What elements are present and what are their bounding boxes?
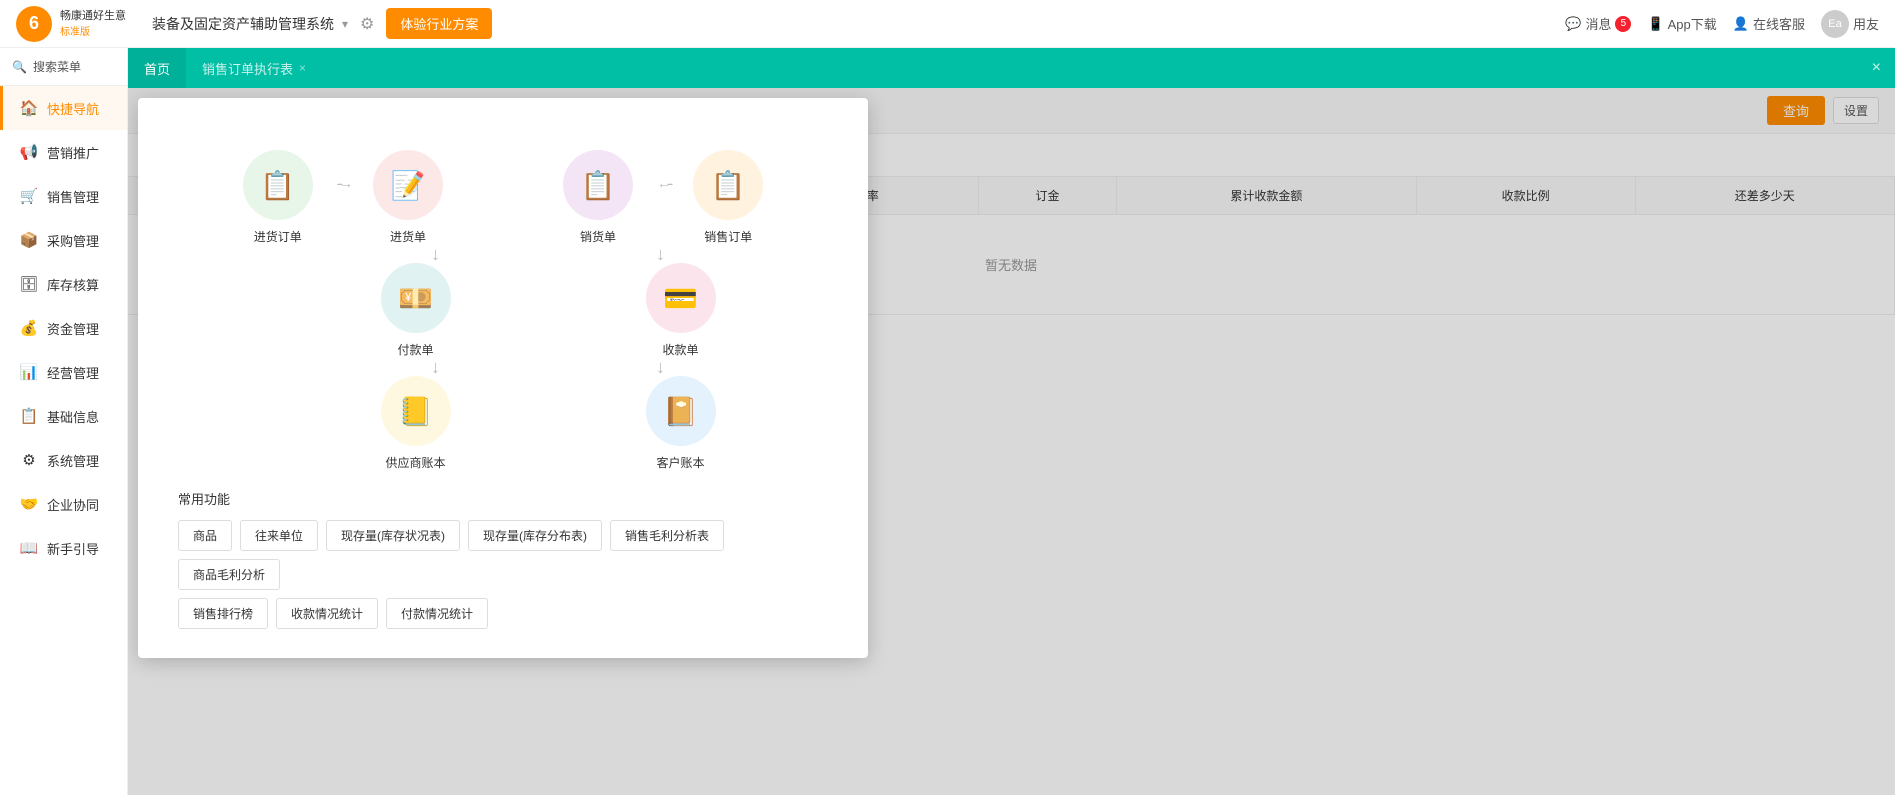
tab-sales-exec[interactable]: 销售订单执行表 ×	[186, 48, 322, 88]
sidebar: 🔍 搜索菜单 🏠 快捷导航 📢 营销推广 🛒 销售管理 📦	[0, 48, 128, 795]
func-btn-product[interactable]: 商品	[178, 520, 232, 551]
sidebar-item-enterprise[interactable]: 🤝 企业协同	[0, 482, 127, 526]
inventory-icon: 🗄	[19, 274, 39, 294]
search-bar[interactable]: 🔍 搜索菜单	[0, 48, 127, 86]
flow-node-sales-bill[interactable]: 📋 销货单	[563, 150, 633, 245]
online-service-button[interactable]: 👤 在线客服	[1733, 14, 1805, 33]
tab-bar: 首页 销售订单执行表 × ×	[128, 48, 1895, 88]
arrow-h-2: ← - - - -	[657, 175, 669, 191]
flow-node-receipt[interactable]: 💳 收款单	[646, 263, 716, 358]
flow-diagram: 📋 进货订单 - - - - →	[178, 130, 828, 481]
func-btn-payment-stats[interactable]: 付款情况统计	[386, 598, 488, 629]
basic-info-icon: 📋	[19, 406, 39, 426]
flow-node-sales-order[interactable]: 📋 销售订单	[693, 150, 763, 245]
sales-bill-icon: 📋	[563, 150, 633, 220]
modal-overlay: 📋 进货订单 - - - - →	[128, 88, 1895, 795]
tab-close-icon[interactable]: ×	[299, 61, 306, 75]
enterprise-icon: 🤝	[19, 494, 39, 514]
sidebar-item-operation[interactable]: 📊 经营管理	[0, 350, 127, 394]
purchase-bill-icon: 📝	[373, 150, 443, 220]
system-icon: ⚙	[19, 450, 39, 470]
sidebar-item-quick-nav[interactable]: 🏠 快捷导航	[0, 86, 127, 130]
sidebar-item-purchase[interactable]: 📦 采购管理	[0, 218, 127, 262]
tab-home[interactable]: 首页	[128, 48, 186, 88]
purchase-order-icon: 📋	[243, 150, 313, 220]
system-title: 装备及固定资产辅助管理系统 ▾ ⚙	[152, 14, 374, 34]
common-functions: 常用功能 商品 往来单位 现存量(库存状况表) 现存量(库存分布表) 销售毛利分…	[178, 481, 828, 653]
app-icon: 📱	[1647, 16, 1663, 32]
sidebar-item-marketing[interactable]: 📢 营销推广	[0, 130, 127, 174]
operation-icon: 📊	[19, 362, 39, 382]
avatar: Ea	[1821, 10, 1849, 38]
func-btn-product-gross[interactable]: 商品毛利分析	[178, 559, 280, 590]
close-all-tabs[interactable]: ×	[1858, 48, 1895, 88]
sidebar-item-inventory[interactable]: 🗄 库存核算	[0, 262, 127, 306]
message-icon: 💬	[1565, 16, 1581, 32]
flow-node-supplier-ledger[interactable]: 📒 供应商账本	[381, 376, 451, 471]
logo-area: 6 畅康通好生意 标准版	[16, 6, 144, 42]
content-main: ❓ 帮助 🖨 按模板打印 ▾ ⬆ 导出 ↻ 刷新	[128, 88, 1895, 795]
sidebar-item-sales[interactable]: 🛒 销售管理	[0, 174, 127, 218]
func-btn-sales-gross[interactable]: 销售毛利分析表	[610, 520, 724, 551]
logo-text: 畅康通好生意 标准版	[60, 9, 126, 38]
flow-node-customer-ledger[interactable]: 📔 客户账本	[646, 376, 716, 471]
system-name: 装备及固定资产辅助管理系统	[152, 14, 334, 34]
common-functions-title: 常用功能	[178, 489, 828, 508]
purchase-icon: 📦	[19, 230, 39, 250]
top-right-area: 💬 消息 5 📱 App下载 👤 在线客服 Ea 用友	[1565, 10, 1879, 38]
customer-ledger-icon: 📔	[646, 376, 716, 446]
modal-box: 📋 进货订单 - - - - →	[138, 98, 868, 658]
func-btn-receipt-stats[interactable]: 收款情况统计	[276, 598, 378, 629]
logo-icon: 6	[16, 6, 52, 42]
flow-node-purchase-order[interactable]: 📋 进货订单	[243, 150, 313, 245]
func-btn-partner[interactable]: 往来单位	[240, 520, 318, 551]
finance-icon: 💰	[19, 318, 39, 338]
message-badge: 5	[1615, 16, 1631, 32]
sidebar-item-basic-info[interactable]: 📋 基础信息	[0, 394, 127, 438]
avatar-text: Ea	[1828, 18, 1841, 30]
app-download-button[interactable]: 📱 App下载	[1647, 14, 1716, 33]
supplier-ledger-icon: 📒	[381, 376, 451, 446]
flow-node-payment[interactable]: 💴 付款单	[381, 263, 451, 358]
search-icon: 🔍	[12, 60, 27, 74]
sidebar-item-finance[interactable]: 💰 资金管理	[0, 306, 127, 350]
content-area: 首页 销售订单执行表 × × ❓ 帮助 🖨 按	[128, 48, 1895, 795]
modal-content: 📋 进货订单 - - - - →	[138, 98, 868, 658]
flow-node-purchase-bill[interactable]: 📝 进货单	[373, 150, 443, 245]
sales-order-icon: 📋	[693, 150, 763, 220]
receipt-icon: 💳	[646, 263, 716, 333]
trial-button[interactable]: 体验行业方案	[386, 8, 492, 39]
sales-icon: 🛒	[19, 186, 39, 206]
marketing-icon: 📢	[19, 142, 39, 162]
sidebar-item-guide[interactable]: 📖 新手引导	[0, 526, 127, 570]
nav-items: 🏠 快捷导航 📢 营销推广 🛒 销售管理 📦 采购管理 🗄 库存核	[0, 86, 127, 795]
message-button[interactable]: 💬 消息 5	[1565, 14, 1631, 33]
payment-icon: 💴	[381, 263, 451, 333]
guide-icon: 📖	[19, 538, 39, 558]
home-icon: 🏠	[19, 98, 39, 118]
func-buttons-row1: 商品 往来单位 现存量(库存状况表) 现存量(库存分布表) 销售毛利分析表 商品…	[178, 520, 828, 590]
func-btn-stock-dist[interactable]: 现存量(库存分布表)	[468, 520, 602, 551]
sidebar-item-system[interactable]: ⚙ 系统管理	[0, 438, 127, 482]
arrow-h-1: - - - - →	[337, 175, 349, 191]
func-btn-sales-rank[interactable]: 销售排行榜	[178, 598, 268, 629]
settings-icon[interactable]: ⚙	[360, 14, 374, 34]
func-buttons-row2: 销售排行榜 收款情况统计 付款情况统计	[178, 598, 828, 629]
service-icon: 👤	[1733, 16, 1749, 32]
func-btn-stock-status[interactable]: 现存量(库存状况表)	[326, 520, 460, 551]
dropdown-icon[interactable]: ▾	[342, 17, 348, 31]
user-menu[interactable]: Ea 用友	[1821, 10, 1879, 38]
